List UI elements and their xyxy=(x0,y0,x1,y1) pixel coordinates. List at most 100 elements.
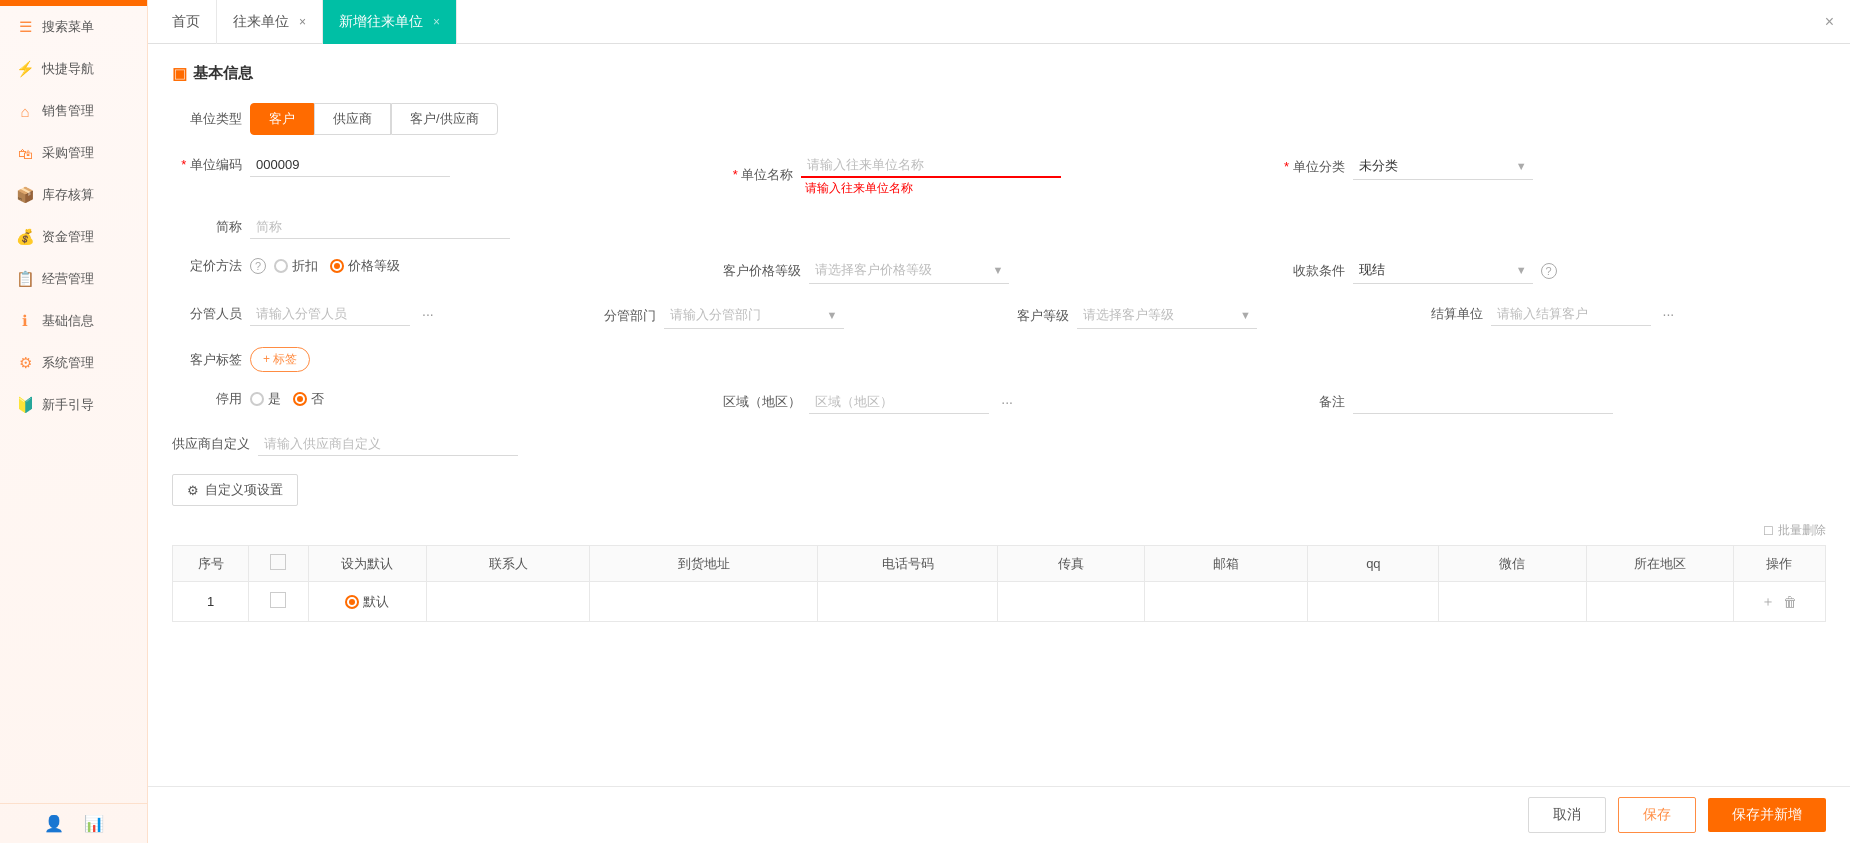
row-email-input[interactable] xyxy=(1186,590,1266,613)
close-partners-tab[interactable]: × xyxy=(299,15,306,29)
header-checkbox[interactable] xyxy=(270,554,286,570)
row-actions: ＋ 🗑 xyxy=(1733,582,1825,622)
payment-terms-select[interactable]: 现结 ▼ xyxy=(1353,257,1533,284)
supplier-custom-input[interactable] xyxy=(258,432,518,456)
row-address-input[interactable] xyxy=(644,590,764,613)
sidebar-item-label: 快捷导航 xyxy=(42,60,94,78)
row-default-radio[interactable]: 默认 xyxy=(319,593,416,611)
form-area: ▣ 基本信息 单位类型 客户 供应商 客户/供应商 单位编码 单位名称 xyxy=(148,44,1850,786)
tabbar-close-all[interactable]: × xyxy=(1817,13,1842,31)
tab-home[interactable]: 首页 xyxy=(156,0,217,44)
table-toolbar: ☐ 批量删除 xyxy=(172,522,1826,539)
unit-code-input[interactable] xyxy=(250,153,450,177)
row-checkbox[interactable] xyxy=(270,592,286,608)
unit-btn-supplier[interactable]: 供应商 xyxy=(314,103,391,135)
supplier-custom-row: 供应商自定义 xyxy=(172,432,1826,456)
sidebar-item-sales-mgmt[interactable]: ⌂ 销售管理 xyxy=(0,90,147,132)
customer-price-level-select[interactable]: 请选择客户价格等级 ▼ xyxy=(809,257,1009,284)
short-name-input[interactable] xyxy=(250,215,510,239)
unit-btn-customer[interactable]: 客户 xyxy=(250,103,314,135)
table-row: 1 默认 xyxy=(173,582,1826,622)
default-radio-circle xyxy=(345,595,359,609)
tabbar: 首页 往来单位 × 新增往来单位 × × xyxy=(148,0,1850,44)
sidebar-item-label: 销售管理 xyxy=(42,102,94,120)
gear-icon: ⚙ xyxy=(187,483,199,498)
row-region-input[interactable] xyxy=(1625,590,1695,613)
unit-category-group: 单位分类 未分类 ▼ xyxy=(1275,153,1826,180)
cancel-button[interactable]: 取消 xyxy=(1528,797,1606,833)
remark-input[interactable] xyxy=(1353,390,1613,414)
save-new-button[interactable]: 保存并新增 xyxy=(1708,798,1826,832)
stop-yes-label: 是 xyxy=(268,390,281,408)
category-arrow-icon: ▼ xyxy=(1516,160,1527,172)
stop-radio-group: 是 否 xyxy=(250,390,324,408)
pricing-method-label: 定价方法 xyxy=(172,257,242,275)
add-row-icon[interactable]: ＋ xyxy=(1761,593,1775,611)
sidebar-item-basic-info[interactable]: ℹ 基础信息 xyxy=(0,300,147,342)
region-more-icon[interactable]: ··· xyxy=(997,394,1017,410)
pricing-radio-group: 折扣 价格等级 xyxy=(274,257,400,275)
row-fax-input[interactable] xyxy=(1036,590,1106,613)
row-contact-input[interactable] xyxy=(468,590,548,613)
tab-new-partner-label: 新增往来单位 xyxy=(339,13,423,31)
sidebar-item-finance[interactable]: 💰 资金管理 xyxy=(0,216,147,258)
unit-name-group: 单位名称 请输入往来单位名称 xyxy=(723,153,1274,197)
stop-no-radio[interactable]: 否 xyxy=(293,390,324,408)
section-title: ▣ 基本信息 xyxy=(172,64,1826,83)
dept-select[interactable]: 请输入分管部门 ▼ xyxy=(664,302,844,329)
col-email: 邮箱 xyxy=(1145,546,1308,582)
stop-group: 停用 是 否 xyxy=(172,390,723,408)
stats-icon[interactable]: 📊 xyxy=(84,814,104,833)
manager-label: 分管人员 xyxy=(172,305,242,323)
sidebar-item-label: 库存核算 xyxy=(42,186,94,204)
short-name-row: 简称 xyxy=(172,215,1826,239)
pricing-help-icon[interactable]: ? xyxy=(250,258,266,274)
customer-level-select[interactable]: 请选择客户等级 ▼ xyxy=(1077,302,1257,329)
unit-btn-both[interactable]: 客户/供应商 xyxy=(391,103,498,135)
tab-new-partner[interactable]: 新增往来单位 × xyxy=(323,0,457,44)
unit-name-input[interactable] xyxy=(801,153,1061,178)
settlement-more-icon[interactable]: ··· xyxy=(1659,306,1679,322)
sidebar-item-search-menu[interactable]: ☰ 搜索菜单 xyxy=(0,6,147,48)
stop-yes-radio[interactable]: 是 xyxy=(250,390,281,408)
settlement-input[interactable] xyxy=(1491,302,1651,326)
row-phone-input[interactable] xyxy=(863,590,953,613)
custom-settings-wrapper: ⚙ 自定义项设置 xyxy=(172,474,1826,506)
user-icon[interactable]: 👤 xyxy=(44,814,64,833)
unit-category-select[interactable]: 未分类 ▼ xyxy=(1353,153,1533,180)
payment-help-icon[interactable]: ? xyxy=(1541,263,1557,279)
contact-table-section: ☐ 批量删除 序号 设为默认 联系人 到货地址 电话号码 传真 xyxy=(172,522,1826,622)
save-button[interactable]: 保存 xyxy=(1618,797,1696,833)
row-qq-input[interactable] xyxy=(1343,590,1403,613)
tab-home-label: 首页 xyxy=(172,13,200,31)
sidebar-item-sys-mgmt[interactable]: ⚙ 系统管理 xyxy=(0,342,147,384)
batch-delete-button[interactable]: ☐ 批量删除 xyxy=(1763,522,1826,539)
pricing-radio-discount[interactable]: 折扣 xyxy=(274,257,318,275)
short-name-group: 简称 xyxy=(172,215,1826,239)
sidebar-item-operations[interactable]: 📋 经营管理 xyxy=(0,258,147,300)
add-tag-button[interactable]: + 标签 xyxy=(250,347,310,372)
unit-code-group: 单位编码 xyxy=(172,153,723,177)
manager-input[interactable] xyxy=(250,302,410,326)
close-new-partner-tab[interactable]: × xyxy=(433,15,440,29)
purchase-icon: 🛍 xyxy=(16,144,34,162)
tab-partners[interactable]: 往来单位 × xyxy=(217,0,323,44)
sidebar-item-quick-nav[interactable]: ⚡ 快捷导航 xyxy=(0,48,147,90)
sidebar-item-label: 资金管理 xyxy=(42,228,94,246)
finance-icon: 💰 xyxy=(16,228,34,246)
unit-category-label: 单位分类 xyxy=(1275,158,1345,176)
pricing-radio-price-level[interactable]: 价格等级 xyxy=(330,257,400,275)
sidebar-item-inventory[interactable]: 📦 库存核算 xyxy=(0,174,147,216)
sidebar-item-purchase-mgmt[interactable]: 🛍 采购管理 xyxy=(0,132,147,174)
manager-more-icon[interactable]: ··· xyxy=(418,306,438,322)
sidebar-item-new-guide[interactable]: 🔰 新手引导 xyxy=(0,384,147,426)
row-wechat-input[interactable] xyxy=(1477,590,1547,613)
tags-row: 客户标签 + 标签 xyxy=(172,347,1826,372)
manager-group: 分管人员 ··· xyxy=(172,302,586,326)
region-input[interactable] xyxy=(809,390,989,414)
customer-price-placeholder: 请选择客户价格等级 xyxy=(815,261,932,279)
supplier-custom-group: 供应商自定义 xyxy=(172,432,1826,456)
contact-table: 序号 设为默认 联系人 到货地址 电话号码 传真 邮箱 qq 微信 所在地区 xyxy=(172,545,1826,622)
custom-settings-button[interactable]: ⚙ 自定义项设置 xyxy=(172,474,298,506)
delete-row-icon[interactable]: 🗑 xyxy=(1783,594,1797,610)
